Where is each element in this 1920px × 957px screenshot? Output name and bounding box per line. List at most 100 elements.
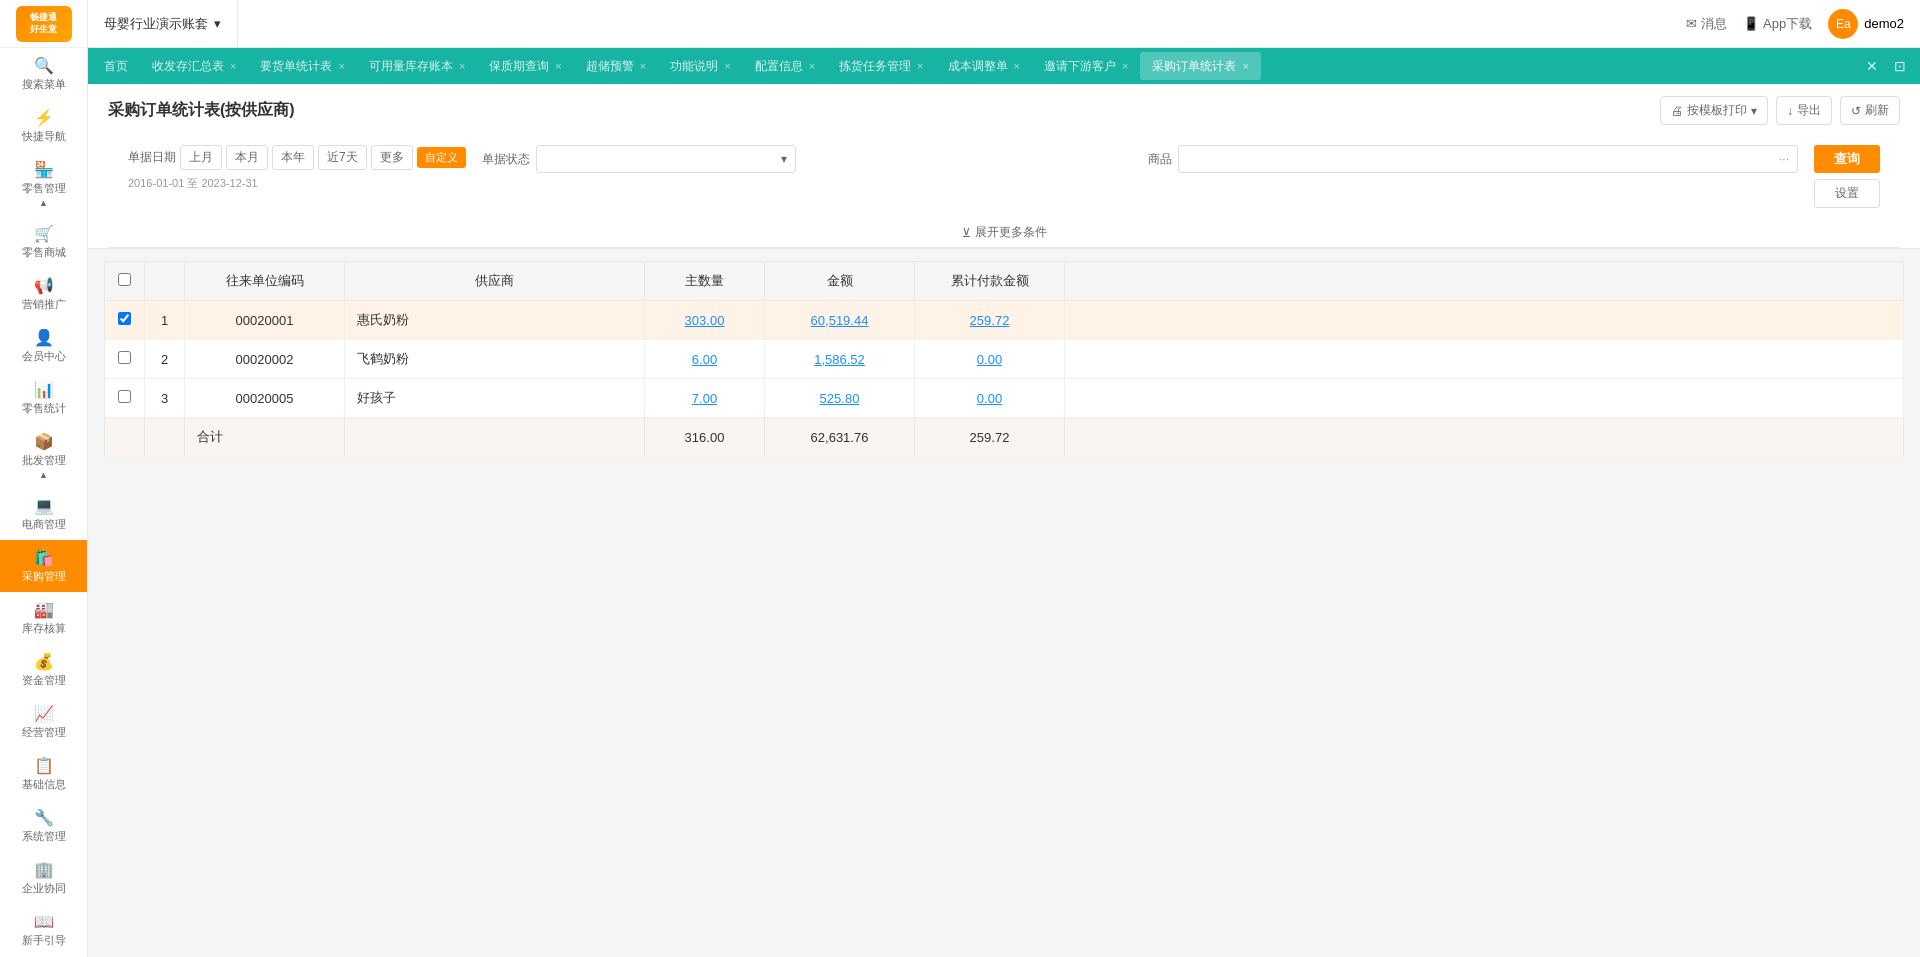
tab-5[interactable]: 超储预警 × (574, 52, 658, 80)
sidebar-item-corp[interactable]: 🏢企业协同 (0, 852, 87, 904)
retail-icon: 🏪 (34, 160, 54, 179)
checkbox-1[interactable] (118, 351, 131, 364)
this-year-button[interactable]: 本年 (272, 145, 314, 170)
row-paid-link-1[interactable]: 0.00 (977, 352, 1002, 367)
checkbox-2[interactable] (118, 390, 131, 403)
tab-close-5[interactable]: × (640, 60, 646, 72)
close-all-tabs-button[interactable]: ✕ (1860, 56, 1884, 76)
tab-1[interactable]: 收发存汇总表 × (140, 52, 248, 80)
sidebar-item-search[interactable]: 🔍搜索菜单 (0, 48, 87, 100)
row-amount-link-0[interactable]: 60,519.44 (811, 313, 869, 328)
print-label: 按模板打印 (1687, 102, 1747, 119)
ops-icon: 📈 (34, 704, 54, 723)
tab-4[interactable]: 保质期查询 × (477, 52, 573, 80)
sidebar-item-member[interactable]: 👤会员中心 (0, 320, 87, 372)
more-date-button[interactable]: 更多 (371, 145, 413, 170)
tab-close-11[interactable]: × (1242, 60, 1248, 72)
tab-close-10[interactable]: × (1122, 60, 1128, 72)
select-all-checkbox[interactable] (118, 273, 131, 286)
row-qty-link-2[interactable]: 7.00 (692, 391, 717, 406)
tabbar-end: ✕ ⊡ (1860, 56, 1916, 76)
tab-0[interactable]: 首页 (92, 52, 140, 80)
sidebar-item-ops[interactable]: 📈经营管理 (0, 696, 87, 748)
finance-icon: 💰 (34, 652, 54, 671)
sidebar-item-system[interactable]: 🔧系统管理 (0, 800, 87, 852)
sidebar-item-retail[interactable]: 🏪零售管理▲ (0, 152, 87, 216)
expand-label: 展开更多条件 (975, 224, 1047, 241)
sidebar-item-guide[interactable]: 📖新手引导 (0, 904, 87, 956)
total-paid: 259.72 (915, 418, 1065, 457)
row-num-0: 1 (145, 301, 185, 340)
sidebar-item-promo[interactable]: 📢营销推广 (0, 268, 87, 320)
row-paid-link-2[interactable]: 0.00 (977, 391, 1002, 406)
last-month-button[interactable]: 上月 (180, 145, 222, 170)
sidebar-item-shop[interactable]: 🛒零售商城 (0, 216, 87, 268)
tab-3[interactable]: 可用量库存账本 × (357, 52, 477, 80)
topbar-actions: ✉ 消息 📱 App下载 Ea demo2 (1686, 9, 1920, 39)
tab-2[interactable]: 要货单统计表 × (248, 52, 356, 80)
status-select[interactable]: ▾ (536, 145, 796, 173)
query-button[interactable]: 查询 (1814, 145, 1880, 173)
row-qty-1: 6.00 (645, 340, 765, 379)
row-amount-link-2[interactable]: 525.80 (820, 391, 860, 406)
purchase-icon: 🛍️ (34, 548, 54, 567)
row-paid-link-0[interactable]: 259.72 (970, 313, 1010, 328)
tab-9[interactable]: 成本调整单 × (936, 52, 1032, 80)
sidebar-item-batch[interactable]: 📦批发管理▲ (0, 424, 87, 488)
tab-close-6[interactable]: × (724, 60, 730, 72)
tab-close-3[interactable]: × (459, 60, 465, 72)
tab-close-8[interactable]: × (917, 60, 923, 72)
tab-7[interactable]: 配置信息 × (743, 52, 827, 80)
table-row[interactable]: 100020001惠氏奶粉303.0060,519.44259.72 (105, 301, 1904, 340)
tab-8[interactable]: 拣货任务管理 × (827, 52, 935, 80)
checkbox-0[interactable] (118, 312, 131, 325)
this-month-button[interactable]: 本月 (226, 145, 268, 170)
data-table: 往来单位编码 供应商 主数量 金额 累计付款金额 100020001惠氏奶粉30… (104, 261, 1904, 457)
7days-button[interactable]: 近7天 (318, 145, 367, 170)
sidebar-item-ecom[interactable]: 💻电商管理 (0, 488, 87, 540)
filter-actions: 查询 设置 (1814, 145, 1880, 208)
th-amount: 金额 (765, 262, 915, 301)
row-qty-link-0[interactable]: 303.00 (685, 313, 725, 328)
sidebar-item-stock[interactable]: 🏭库存核算 (0, 592, 87, 644)
sidebar-item-stat[interactable]: 📊零售统计 (0, 372, 87, 424)
sidebar-item-purchase[interactable]: 🛍️采购管理 (0, 540, 87, 592)
goods-more-icon: ··· (1779, 152, 1789, 166)
tab-11[interactable]: 采购订单统计表 × (1140, 52, 1260, 80)
row-qty-link-1[interactable]: 6.00 (692, 352, 717, 367)
total-qty: 316.00 (645, 418, 765, 457)
user-profile[interactable]: Ea demo2 (1828, 9, 1904, 39)
row-amount-link-1[interactable]: 1,586.52 (814, 352, 865, 367)
date-shortcuts: 单据日期 上月 本月 本年 近7天 更多 自定义 (128, 145, 466, 170)
status-dropdown-icon: ▾ (781, 152, 787, 166)
sidebar-item-finance[interactable]: 💰资金管理 (0, 644, 87, 696)
sidebar-item-nav[interactable]: ⚡快捷导航 (0, 100, 87, 152)
expand-tabs-button[interactable]: ⊡ (1888, 56, 1912, 76)
tab-close-7[interactable]: × (809, 60, 815, 72)
tab-close-4[interactable]: × (555, 60, 561, 72)
message-action[interactable]: ✉ 消息 (1686, 15, 1727, 33)
tab-10[interactable]: 邀请下游客户 × (1032, 52, 1140, 80)
th-code: 往来单位编码 (185, 262, 345, 301)
dropdown-icon: ▾ (214, 16, 221, 31)
search-icon: 🔍 (34, 56, 54, 75)
table-row[interactable]: 300020005好孩子7.00525.800.00 (105, 379, 1904, 418)
goods-input[interactable]: ··· (1178, 145, 1798, 173)
tabbar: 首页收发存汇总表 ×要货单统计表 ×可用量库存账本 ×保质期查询 ×超储预警 ×… (88, 48, 1920, 84)
settings-button[interactable]: 设置 (1814, 179, 1880, 208)
table-row[interactable]: 200020002飞鹤奶粉6.001,586.520.00 (105, 340, 1904, 379)
custom-date-button[interactable]: 自定义 (417, 147, 466, 168)
tab-6[interactable]: 功能说明 × (658, 52, 742, 80)
tab-close-1[interactable]: × (230, 60, 236, 72)
topbar: 母婴行业演示账套 ▾ ✉ 消息 📱 App下载 Ea demo2 (88, 0, 1920, 48)
app-download-action[interactable]: 📱 App下载 (1743, 15, 1812, 33)
export-button[interactable]: ↓ 导出 (1776, 96, 1832, 125)
print-button[interactable]: 🖨 按模板打印 ▾ (1660, 96, 1768, 125)
refresh-button[interactable]: ↺ 刷新 (1840, 96, 1900, 125)
tab-close-9[interactable]: × (1014, 60, 1020, 72)
account-dropdown[interactable]: 母婴行业演示账套 ▾ (88, 0, 238, 47)
sidebar-item-label-retail: 零售管理 (22, 181, 66, 196)
tab-close-2[interactable]: × (338, 60, 344, 72)
expand-more-button[interactable]: ⊻ 展开更多条件 (962, 224, 1047, 241)
sidebar-item-base[interactable]: 📋基础信息 (0, 748, 87, 800)
